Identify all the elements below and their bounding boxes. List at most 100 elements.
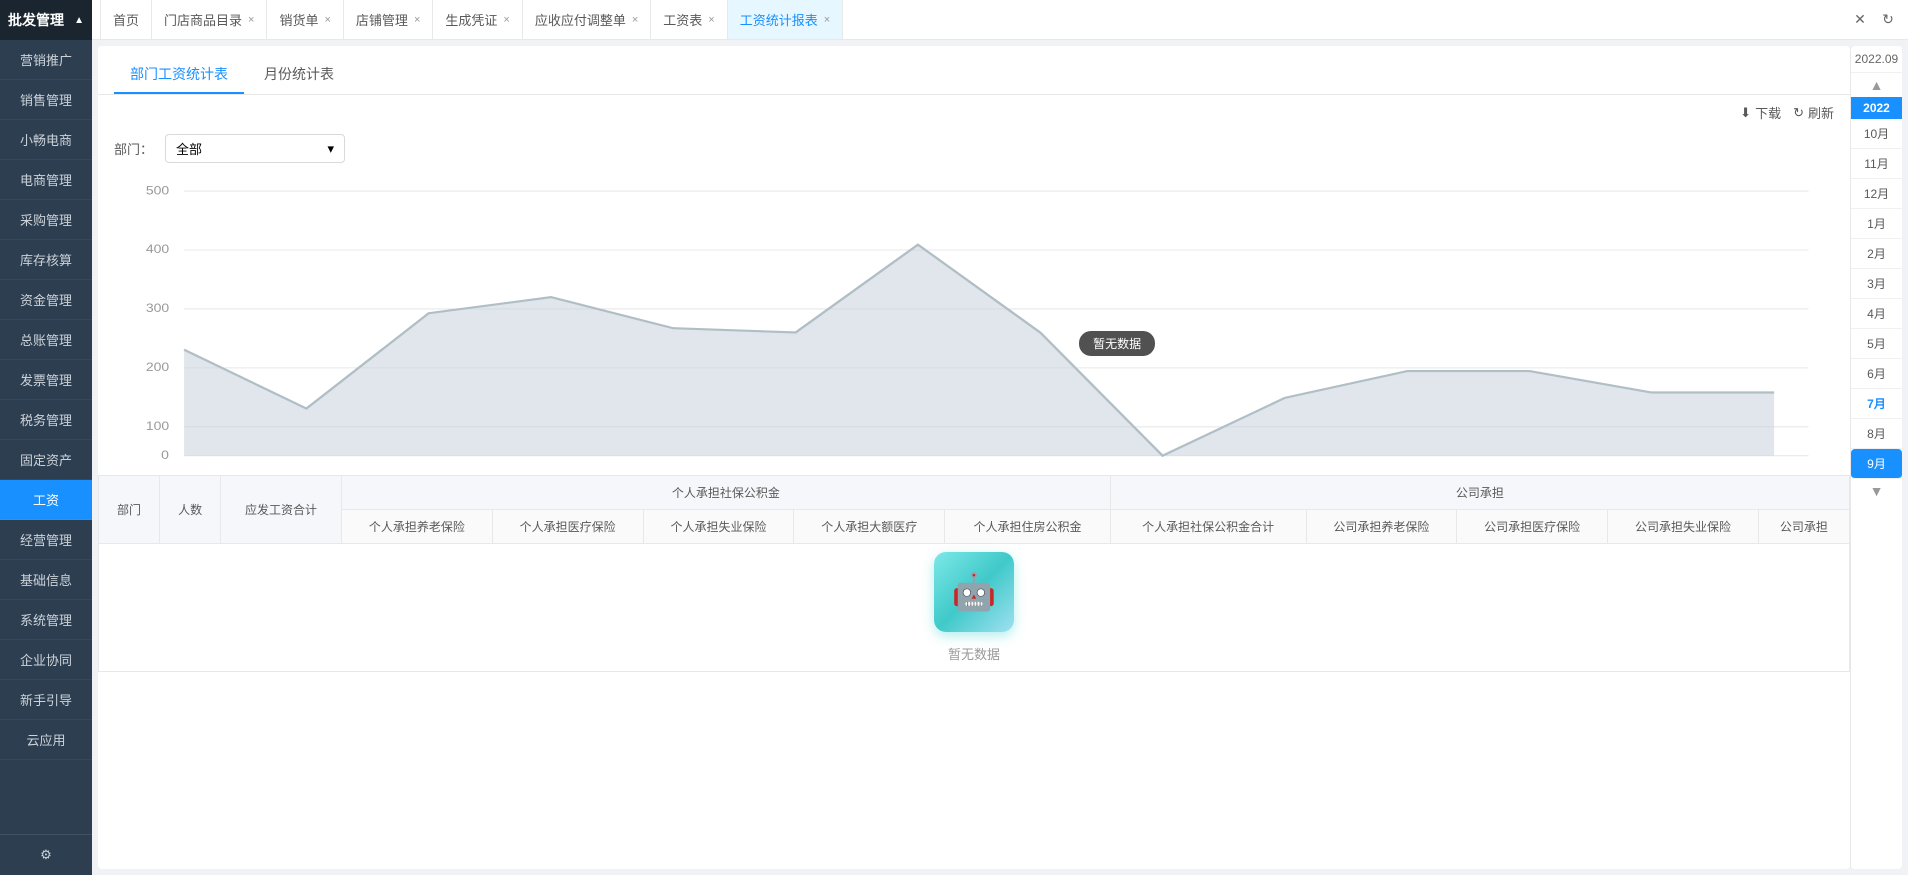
sub-tab-monthly[interactable]: 月份统计表 — [248, 56, 350, 94]
sidebar-item-发票管理[interactable]: 发票管理 — [0, 360, 92, 400]
th-company-insurance: 公司承担 — [1110, 476, 1849, 510]
svg-text:300: 300 — [146, 301, 169, 315]
tab-生成凭证[interactable]: 生成凭证× — [433, 0, 522, 39]
cal-month-11月[interactable]: 11月 — [1851, 149, 1902, 179]
tab-close-icon[interactable]: × — [824, 14, 830, 26]
th-personal-insurance: 个人承担社保公积金 — [342, 476, 1111, 510]
filter-bar: 部门： 全部 ▾ — [98, 130, 1850, 175]
sidebar-item-总账管理[interactable]: 总账管理 — [0, 320, 92, 360]
cal-month-2月[interactable]: 2月 — [1851, 239, 1902, 269]
cal-month-6月[interactable]: 6月 — [1851, 359, 1902, 389]
tab-工资表[interactable]: 工资表× — [651, 0, 727, 39]
sidebar-item-基础信息[interactable]: 基础信息 — [0, 560, 92, 600]
no-data-row: 🤖 暂无数据 — [99, 544, 1850, 672]
sidebar-item-工资[interactable]: 工资 — [0, 480, 92, 520]
no-data-cell: 🤖 暂无数据 — [99, 544, 1850, 672]
department-select-value: 全部 — [176, 139, 202, 158]
sidebar-item-库存核算[interactable]: 库存核算 — [0, 240, 92, 280]
tab-close-icon[interactable]: × — [708, 14, 714, 26]
cal-months: 202210月11月12月1月2月3月4月5月6月7月8月9月 — [1851, 97, 1902, 479]
tab-销货单[interactable]: 销货单× — [267, 0, 343, 39]
cal-current-year[interactable]: 2022 — [1851, 97, 1902, 119]
no-data-icon: 🤖 — [934, 552, 1014, 632]
refresh-label: 刷新 — [1808, 103, 1834, 122]
tab-bar-end: ✕ ↻ — [1848, 8, 1900, 32]
sidebar-header[interactable]: 批发管理 ▲ — [0, 0, 92, 40]
cal-month-3月[interactable]: 3月 — [1851, 269, 1902, 299]
tab-门店商品目录[interactable]: 门店商品目录× — [152, 0, 267, 39]
th-total-salary: 应发工资合计 — [221, 476, 342, 544]
cal-month-7月[interactable]: 7月 — [1851, 389, 1902, 419]
sidebar-item-经营管理[interactable]: 经营管理 — [0, 520, 92, 560]
sidebar: 批发管理 ▲ 营销推广销售管理小畅电商电商管理采购管理库存核算资金管理总账管理发… — [0, 0, 92, 875]
tab-close-icon[interactable]: × — [248, 14, 254, 26]
th-personal-housing: 个人承担住房公积金 — [945, 510, 1111, 544]
cal-month-9月[interactable]: 9月 — [1851, 449, 1902, 479]
cal-month-1月[interactable]: 1月 — [1851, 209, 1902, 239]
sub-tab-department[interactable]: 部门工资统计表 — [114, 56, 244, 94]
download-label: 下载 — [1755, 103, 1781, 122]
sidebar-item-税务管理[interactable]: 税务管理 — [0, 400, 92, 440]
th-company-medical: 公司承担医疗保险 — [1457, 510, 1608, 544]
th-personal-pension: 个人承担养老保险 — [342, 510, 493, 544]
refresh-button[interactable]: ↻ 刷新 — [1793, 103, 1834, 122]
svg-text:0: 0 — [161, 448, 169, 462]
tab-首页[interactable]: 首页 — [100, 0, 152, 39]
cal-scroll-up[interactable]: ▲ — [1851, 73, 1902, 97]
th-department: 部门 — [99, 476, 160, 544]
sidebar-item-固定资产[interactable]: 固定资产 — [0, 440, 92, 480]
chevron-down-icon: ▾ — [327, 141, 334, 157]
tab-close-icon[interactable]: × — [414, 14, 420, 26]
cal-month-8月[interactable]: 8月 — [1851, 419, 1902, 449]
sidebar-title: 批发管理 — [8, 10, 64, 30]
sidebar-item-采购管理[interactable]: 采购管理 — [0, 200, 92, 240]
page-area: 部门工资统计表 月份统计表 ⬇ 下载 ↻ 刷新 部门： 全部 ▾ — [98, 46, 1850, 869]
tab-工资统计报表[interactable]: 工资统计报表× — [728, 0, 843, 39]
sidebar-item-电商管理[interactable]: 电商管理 — [0, 160, 92, 200]
table-header-row-1: 部门 人数 应发工资合计 个人承担社保公积金 公司承担 — [99, 476, 1850, 510]
sidebar-item-企业协同[interactable]: 企业协同 — [0, 640, 92, 680]
sidebar-item-小畅电商[interactable]: 小畅电商 — [0, 120, 92, 160]
department-select[interactable]: 全部 ▾ — [165, 134, 345, 163]
sidebar-item-销售管理[interactable]: 销售管理 — [0, 80, 92, 120]
tab-close-icon[interactable]: × — [324, 14, 330, 26]
cal-month-12月[interactable]: 12月 — [1851, 179, 1902, 209]
svg-text:500: 500 — [146, 183, 169, 197]
main-area: 首页门店商品目录×销货单×店铺管理×生成凭证×应收应付调整单×工资表×工资统计报… — [92, 0, 1908, 875]
calendar-panel: 2022.09 ▲ 202210月11月12月1月2月3月4月5月6月7月8月9… — [1850, 46, 1902, 869]
sidebar-item-资金管理[interactable]: 资金管理 — [0, 280, 92, 320]
tab-close-icon[interactable]: × — [632, 14, 638, 26]
tab-refresh-button[interactable]: ↻ — [1876, 8, 1900, 32]
chart-svg: 500 400 300 200 100 0 — [114, 175, 1834, 475]
toolbar: ⬇ 下载 ↻ 刷新 — [98, 95, 1850, 130]
cal-scroll-down[interactable]: ▼ — [1851, 479, 1902, 503]
tab-close-all-button[interactable]: ✕ — [1848, 8, 1872, 32]
th-personal-unemployment: 个人承担失业保险 — [643, 510, 794, 544]
cal-year-text: 2022.09 — [1855, 52, 1898, 66]
cal-year-label: 2022.09 — [1851, 46, 1902, 73]
cal-month-4月[interactable]: 4月 — [1851, 299, 1902, 329]
chart-area: 500 400 300 200 100 0 — [98, 175, 1850, 475]
sidebar-footer[interactable]: ⚙ — [0, 834, 92, 875]
sidebar-item-云应用[interactable]: 云应用 — [0, 720, 92, 760]
tab-close-icon[interactable]: × — [503, 14, 509, 26]
svg-text:100: 100 — [146, 419, 169, 433]
table-section: 部门 人数 应发工资合计 个人承担社保公积金 公司承担 个人承担养老保险 个人承… — [98, 475, 1850, 869]
robot-illustration: 🤖 — [934, 552, 1014, 632]
cal-month-10月[interactable]: 10月 — [1851, 119, 1902, 149]
cal-month-5月[interactable]: 5月 — [1851, 329, 1902, 359]
tab-bar: 首页门店商品目录×销货单×店铺管理×生成凭证×应收应付调整单×工资表×工资统计报… — [92, 0, 1908, 40]
download-button[interactable]: ⬇ 下载 — [1740, 103, 1781, 122]
tab-应收应付调整单[interactable]: 应收应付调整单× — [523, 0, 651, 39]
svg-text:200: 200 — [146, 360, 169, 374]
filter-label: 部门： — [114, 139, 153, 158]
sidebar-item-新手引导[interactable]: 新手引导 — [0, 680, 92, 720]
tab-店铺管理[interactable]: 店铺管理× — [344, 0, 433, 39]
sidebar-item-系统管理[interactable]: 系统管理 — [0, 600, 92, 640]
refresh-icon: ↻ — [1793, 105, 1804, 121]
sub-tabs: 部门工资统计表 月份统计表 — [98, 46, 1850, 95]
sidebar-item-营销推广[interactable]: 营销推广 — [0, 40, 92, 80]
download-icon: ⬇ — [1740, 105, 1751, 121]
data-table: 部门 人数 应发工资合计 个人承担社保公积金 公司承担 个人承担养老保险 个人承… — [98, 475, 1850, 672]
th-company-unemployment: 公司承担失业保险 — [1608, 510, 1759, 544]
